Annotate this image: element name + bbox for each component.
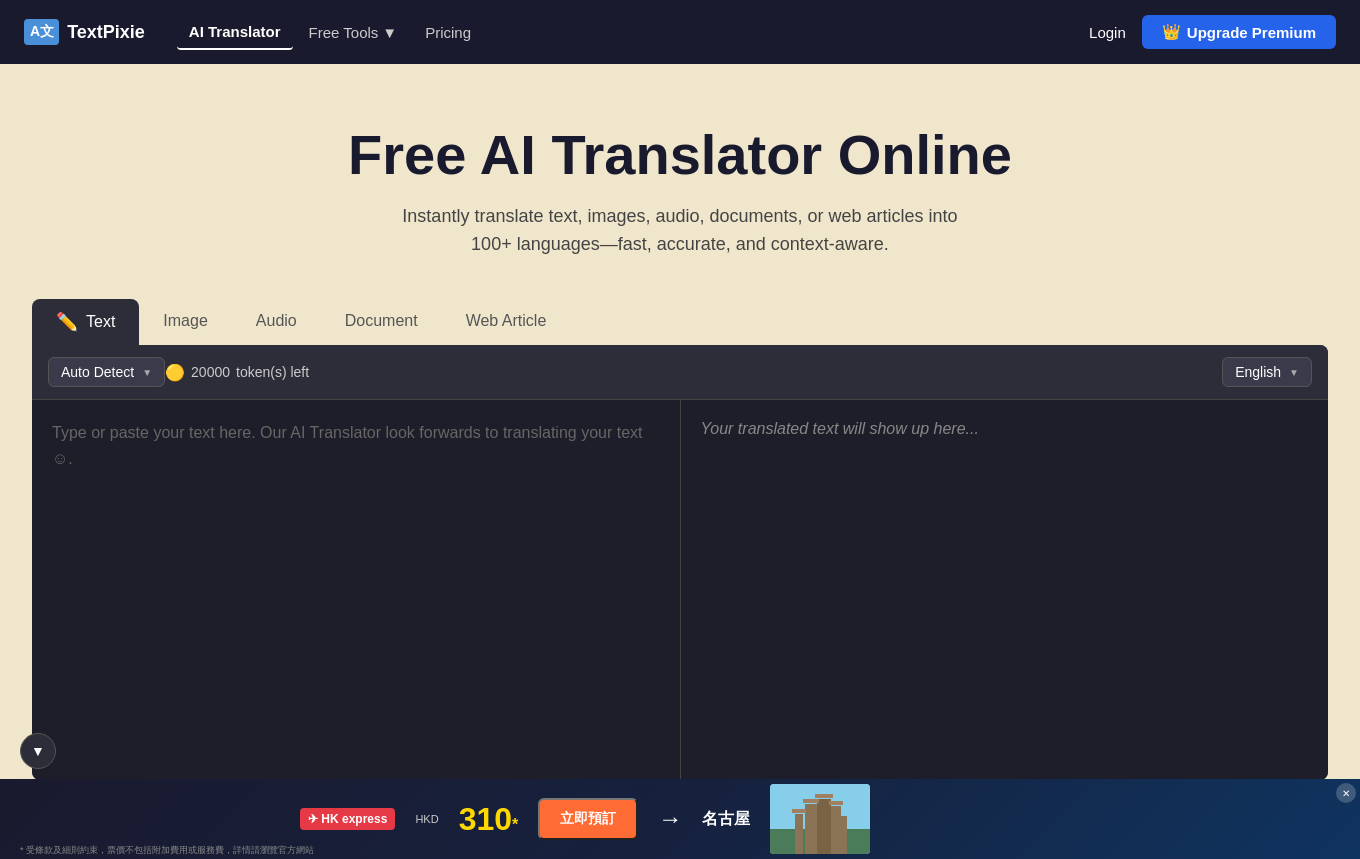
tab-web-article[interactable]: Web Article xyxy=(442,299,571,345)
chevron-down-icon: ▼ xyxy=(1289,367,1299,378)
main-content: ✏️ Text Image Audio Document Web Article… xyxy=(0,299,1360,820)
ad-banner: ✈ HK express HKD 310* 立即預訂 → 名古屋 xyxy=(0,779,1360,859)
login-button[interactable]: Login xyxy=(1089,24,1126,41)
ad-content: ✈ HK express HKD 310* 立即預訂 → 名古屋 xyxy=(280,784,1080,854)
ad-disclaimer: * 受條款及細則約束，票價不包括附加費用或服務費，詳情請瀏覽官方網站 xyxy=(20,844,314,857)
coin-icon: 🟡 xyxy=(165,363,185,382)
svg-rect-10 xyxy=(829,801,843,805)
token-info: 🟡 20000 token(s) left xyxy=(165,363,309,382)
tab-audio[interactable]: Audio xyxy=(232,299,321,345)
logo[interactable]: A文 TextPixie xyxy=(24,19,145,45)
ad-currency: HKD xyxy=(415,813,438,825)
crown-icon: 👑 xyxy=(1162,23,1181,41)
castle-illustration xyxy=(770,784,870,854)
svg-rect-2 xyxy=(795,814,803,854)
navbar: A文 TextPixie AI Translator Free Tools ▼ … xyxy=(0,0,1360,64)
ad-cta-button[interactable]: 立即預訂 xyxy=(538,798,638,840)
svg-rect-4 xyxy=(817,799,831,854)
ad-price: 310* xyxy=(459,801,519,838)
text-tab-icon: ✏️ xyxy=(56,311,78,333)
logo-icon: A文 xyxy=(24,19,59,45)
translated-output: Your translated text will show up here..… xyxy=(681,400,1329,780)
svg-rect-7 xyxy=(792,809,806,813)
hero-section: Free AI Translator Online Instantly tran… xyxy=(0,64,1360,299)
chevron-down-icon: ▼ xyxy=(31,743,45,759)
translator-container: Auto Detect ▼ 🟡 20000 token(s) left Engl… xyxy=(32,345,1328,780)
svg-rect-3 xyxy=(805,804,817,854)
translator-header: Auto Detect ▼ 🟡 20000 token(s) left Engl… xyxy=(32,345,1328,400)
source-panel xyxy=(32,400,681,780)
translator-panels: Your translated text will show up here..… xyxy=(32,400,1328,780)
ad-close-button[interactable]: ✕ xyxy=(1336,783,1356,803)
nav-item-free-tools[interactable]: Free Tools ▼ xyxy=(297,16,410,49)
svg-rect-9 xyxy=(815,794,833,798)
nav-item-ai-translator[interactable]: AI Translator xyxy=(177,15,293,50)
source-language-selector[interactable]: Auto Detect ▼ xyxy=(48,357,165,387)
tab-image[interactable]: Image xyxy=(139,299,231,345)
hero-title: Free AI Translator Online xyxy=(20,124,1340,186)
chevron-down-icon: ▼ xyxy=(382,24,397,41)
ad-destination-image xyxy=(770,784,870,854)
ad-destination: 名古屋 xyxy=(702,809,750,830)
logo-text: TextPixie xyxy=(67,22,145,43)
nav-right: Login 👑 Upgrade Premium xyxy=(1089,15,1336,49)
hkexpress-icon: ✈ xyxy=(308,812,318,826)
expand-button[interactable]: ▼ xyxy=(20,733,56,769)
nav-links: AI Translator Free Tools ▼ Pricing xyxy=(177,15,1089,50)
target-panel: Your translated text will show up here..… xyxy=(681,400,1329,780)
nav-item-pricing[interactable]: Pricing xyxy=(413,16,483,49)
tab-document[interactable]: Document xyxy=(321,299,442,345)
upgrade-premium-button[interactable]: 👑 Upgrade Premium xyxy=(1142,15,1336,49)
tab-text[interactable]: ✏️ Text xyxy=(32,299,139,345)
chevron-down-icon: ▼ xyxy=(142,367,152,378)
svg-rect-5 xyxy=(831,806,841,854)
ad-brand-logo: ✈ HK express xyxy=(300,808,395,830)
svg-rect-6 xyxy=(841,816,847,854)
hero-subtitle: Instantly translate text, images, audio,… xyxy=(20,202,1340,260)
target-language-selector[interactable]: English ▼ xyxy=(1222,357,1312,387)
svg-rect-8 xyxy=(803,799,819,803)
tabs-container: ✏️ Text Image Audio Document Web Article xyxy=(32,299,1328,345)
ad-arrow-icon: → xyxy=(658,805,682,833)
source-text-input[interactable] xyxy=(32,400,680,780)
